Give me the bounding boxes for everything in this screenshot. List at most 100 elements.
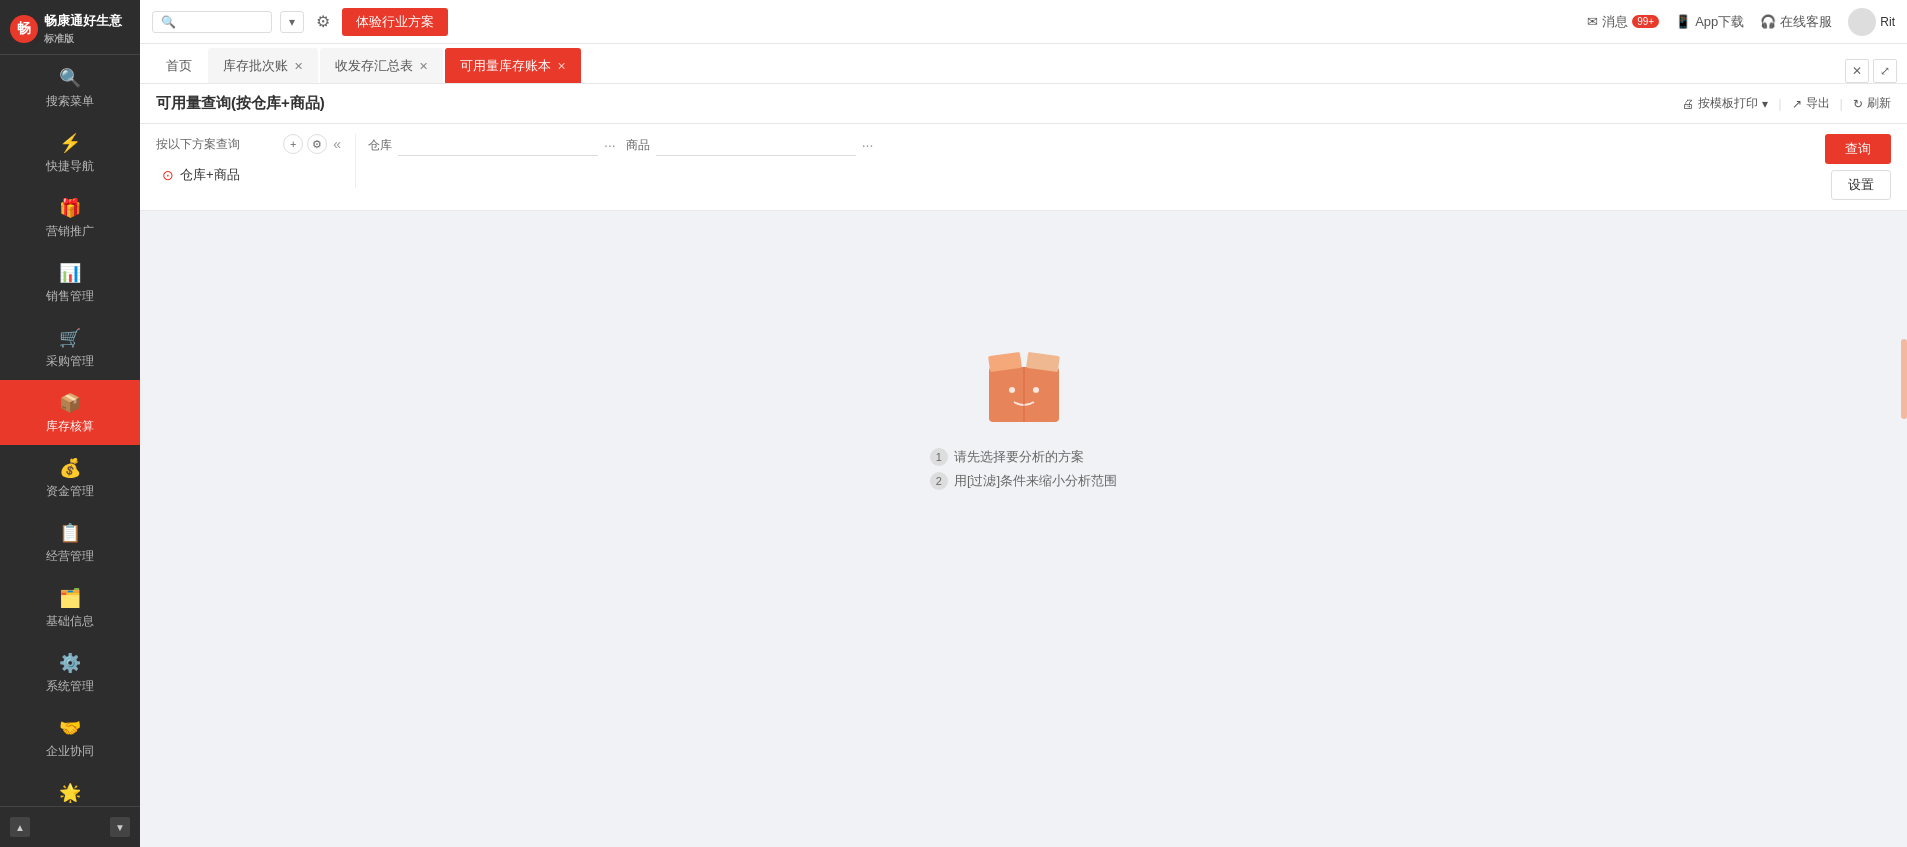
search-icon: 🔍: [161, 15, 176, 29]
empty-hint-1: 1 请先选择要分析的方案: [930, 448, 1117, 466]
export-icon: ↗: [1792, 97, 1802, 111]
warehouse-label: 仓库: [368, 137, 392, 154]
refresh-btn[interactable]: ↻ 刷新: [1853, 95, 1891, 112]
sidebar-scroll-up-btn[interactable]: ▲: [10, 817, 30, 837]
tab-home[interactable]: 首页: [152, 49, 206, 83]
tab-collect-ledger[interactable]: 收发存汇总表 ✕: [320, 48, 443, 83]
sidebar-item-label: 快捷导航: [46, 158, 94, 175]
handshake-icon: 🤝: [59, 717, 81, 739]
topbar-settings-btn[interactable]: ⚙: [312, 8, 334, 35]
page-header: 可用量查询(按仓库+商品) 🖨 按模板打印 ▾ | ↗ 导出 | ↻: [140, 84, 1907, 124]
sidebar-item-label: 搜索菜单: [46, 93, 94, 110]
sidebar-item-label: 销售管理: [46, 288, 94, 305]
chevron-down-icon: ▾: [1762, 97, 1768, 111]
print-icon: 🖨: [1682, 97, 1694, 111]
tab-expand-btn[interactable]: ⤢: [1873, 59, 1897, 83]
empty-state: 1 请先选择要分析的方案 2 用[过滤]条件来缩小分析范围: [140, 211, 1907, 611]
page-header-actions: 🖨 按模板打印 ▾ | ↗ 导出 | ↻ 刷新: [1682, 95, 1891, 112]
user-avatar-action[interactable]: Rit: [1848, 8, 1895, 36]
sidebar-item-ops[interactable]: 📋 经营管理: [0, 510, 140, 575]
sidebar-item-enterprise[interactable]: 🤝 企业协同: [0, 705, 140, 770]
svg-point-4: [1033, 387, 1039, 393]
sidebar-item-label: 经营管理: [46, 548, 94, 565]
filter-scheme-add-btn[interactable]: +: [283, 134, 303, 154]
headset-icon: 🎧: [1760, 14, 1776, 29]
topbar: 🔍 ▾ ⚙ 体验行业方案 ✉ 消息 99+ 📱 App下载: [140, 0, 1907, 44]
empty-hint-2: 2 用[过滤]条件来缩小分析范围: [930, 472, 1117, 490]
topbar-actions: ✉ 消息 99+ 📱 App下载 🎧 在线客服 Rit: [1587, 8, 1895, 36]
brand: 畅 畅康通好生意 标准版: [10, 12, 130, 46]
tab-batch-ledger-close[interactable]: ✕: [294, 60, 303, 73]
home-label: 首页: [166, 57, 192, 75]
hint-1-number: 1: [930, 448, 948, 466]
sidebar-item-purchase[interactable]: 🛒 采购管理: [0, 315, 140, 380]
filter-settings-btn[interactable]: 设置: [1831, 170, 1891, 200]
print-template-btn[interactable]: 🖨 按模板打印 ▾: [1682, 95, 1768, 112]
hint-2-text: 用[过滤]条件来缩小分析范围: [954, 472, 1117, 490]
filter-scheme-item-warehouse[interactable]: ⊙ 仓库+商品: [156, 162, 343, 188]
sidebar-item-label: 资金管理: [46, 483, 94, 500]
sidebar-item-system[interactable]: ⚙️ 系统管理: [0, 640, 140, 705]
sidebar-item-guide[interactable]: 🌟 新手引导: [0, 770, 140, 806]
sidebar-item-fund[interactable]: 💰 资金管理: [0, 445, 140, 510]
sidebar-item-basic[interactable]: 🗂️ 基础信息: [0, 575, 140, 640]
refresh-label: 刷新: [1867, 95, 1891, 112]
hint-2-number: 2: [930, 472, 948, 490]
filter-field-goods: 商品 ···: [626, 134, 874, 156]
goods-input[interactable]: [656, 134, 856, 156]
topbar-dropdown-btn[interactable]: ▾: [280, 11, 304, 33]
app-download-action[interactable]: 📱 App下载: [1675, 13, 1744, 31]
tab-available-stock[interactable]: 可用量库存账本 ✕: [445, 48, 581, 83]
online-service-action[interactable]: 🎧 在线客服: [1760, 13, 1832, 31]
tab-batch-ledger[interactable]: 库存批次账 ✕: [208, 48, 318, 83]
settings-icon: ⚙: [316, 13, 330, 30]
filter-actions-side: 查询 设置: [1815, 134, 1891, 200]
tab-close-btn[interactable]: ✕: [1845, 59, 1869, 83]
brand-sub: 标准版: [44, 32, 122, 46]
sidebar-item-search[interactable]: 🔍 搜索菜单: [0, 55, 140, 120]
topbar-search-box[interactable]: 🔍: [152, 11, 272, 33]
sidebar-item-label: 库存核算: [46, 418, 94, 435]
tab-available-stock-close[interactable]: ✕: [557, 60, 566, 73]
filter-panel: 按以下方案查询 + ⚙ « ⊙ 仓库+商品 仓库: [140, 124, 1907, 211]
username: Rit: [1880, 15, 1895, 29]
gift-icon: 🎁: [59, 197, 81, 219]
tabs-bar-actions: ✕ ⤢: [1845, 59, 1907, 83]
clipboard-icon: 📋: [59, 522, 81, 544]
message-action[interactable]: ✉ 消息 99+: [1587, 13, 1659, 31]
message-label: 消息: [1602, 13, 1628, 31]
filter-field-warehouse: 仓库 ···: [368, 134, 616, 156]
sidebar: 畅 畅康通好生意 标准版 🔍 搜索菜单 ⚡ 快捷导航 🎁 营销推广: [0, 0, 140, 847]
filter-collapse-btn[interactable]: «: [331, 134, 343, 154]
filter-scheme: 按以下方案查询 + ⚙ « ⊙ 仓库+商品: [156, 134, 356, 188]
sidebar-item-inventory[interactable]: 📦 库存核算: [0, 380, 140, 445]
export-btn[interactable]: ↗ 导出: [1792, 95, 1830, 112]
sidebar-item-marketing[interactable]: 🎁 营销推广: [0, 185, 140, 250]
divider2: |: [1840, 96, 1843, 111]
search-icon: 🔍: [59, 67, 81, 89]
goods-label: 商品: [626, 137, 650, 154]
query-btn[interactable]: 查询: [1825, 134, 1891, 164]
tab-collect-ledger-close[interactable]: ✕: [419, 60, 428, 73]
sidebar-scroll-down-btn[interactable]: ▼: [110, 817, 130, 837]
industry-btn[interactable]: 体验行业方案: [342, 8, 448, 36]
warehouse-more-btn[interactable]: ···: [604, 137, 616, 153]
brand-name: 畅康通好生意: [44, 12, 122, 30]
folder-icon: 🗂️: [59, 587, 81, 609]
tab-collect-ledger-label: 收发存汇总表: [335, 57, 413, 75]
filter-scheme-settings-btn[interactable]: ⚙: [307, 134, 327, 154]
warehouse-input[interactable]: [398, 134, 598, 156]
chart-icon: 📊: [59, 262, 81, 284]
sidebar-item-shortcut[interactable]: ⚡ 快捷导航: [0, 120, 140, 185]
avatar: [1848, 8, 1876, 36]
gear-icon: ⚙️: [59, 652, 81, 674]
shortcut-icon: ⚡: [59, 132, 81, 154]
empty-state-svg: [974, 332, 1074, 432]
app-download-label: App下载: [1695, 13, 1744, 31]
sidebar-item-sales[interactable]: 📊 销售管理: [0, 250, 140, 315]
refresh-icon: ↻: [1853, 97, 1863, 111]
tab-batch-ledger-label: 库存批次账: [223, 57, 288, 75]
sidebar-footer: ▲ ▼: [0, 806, 140, 847]
goods-more-btn[interactable]: ···: [862, 137, 874, 153]
filter-fields: 仓库 ··· 商品 ···: [368, 134, 1803, 156]
